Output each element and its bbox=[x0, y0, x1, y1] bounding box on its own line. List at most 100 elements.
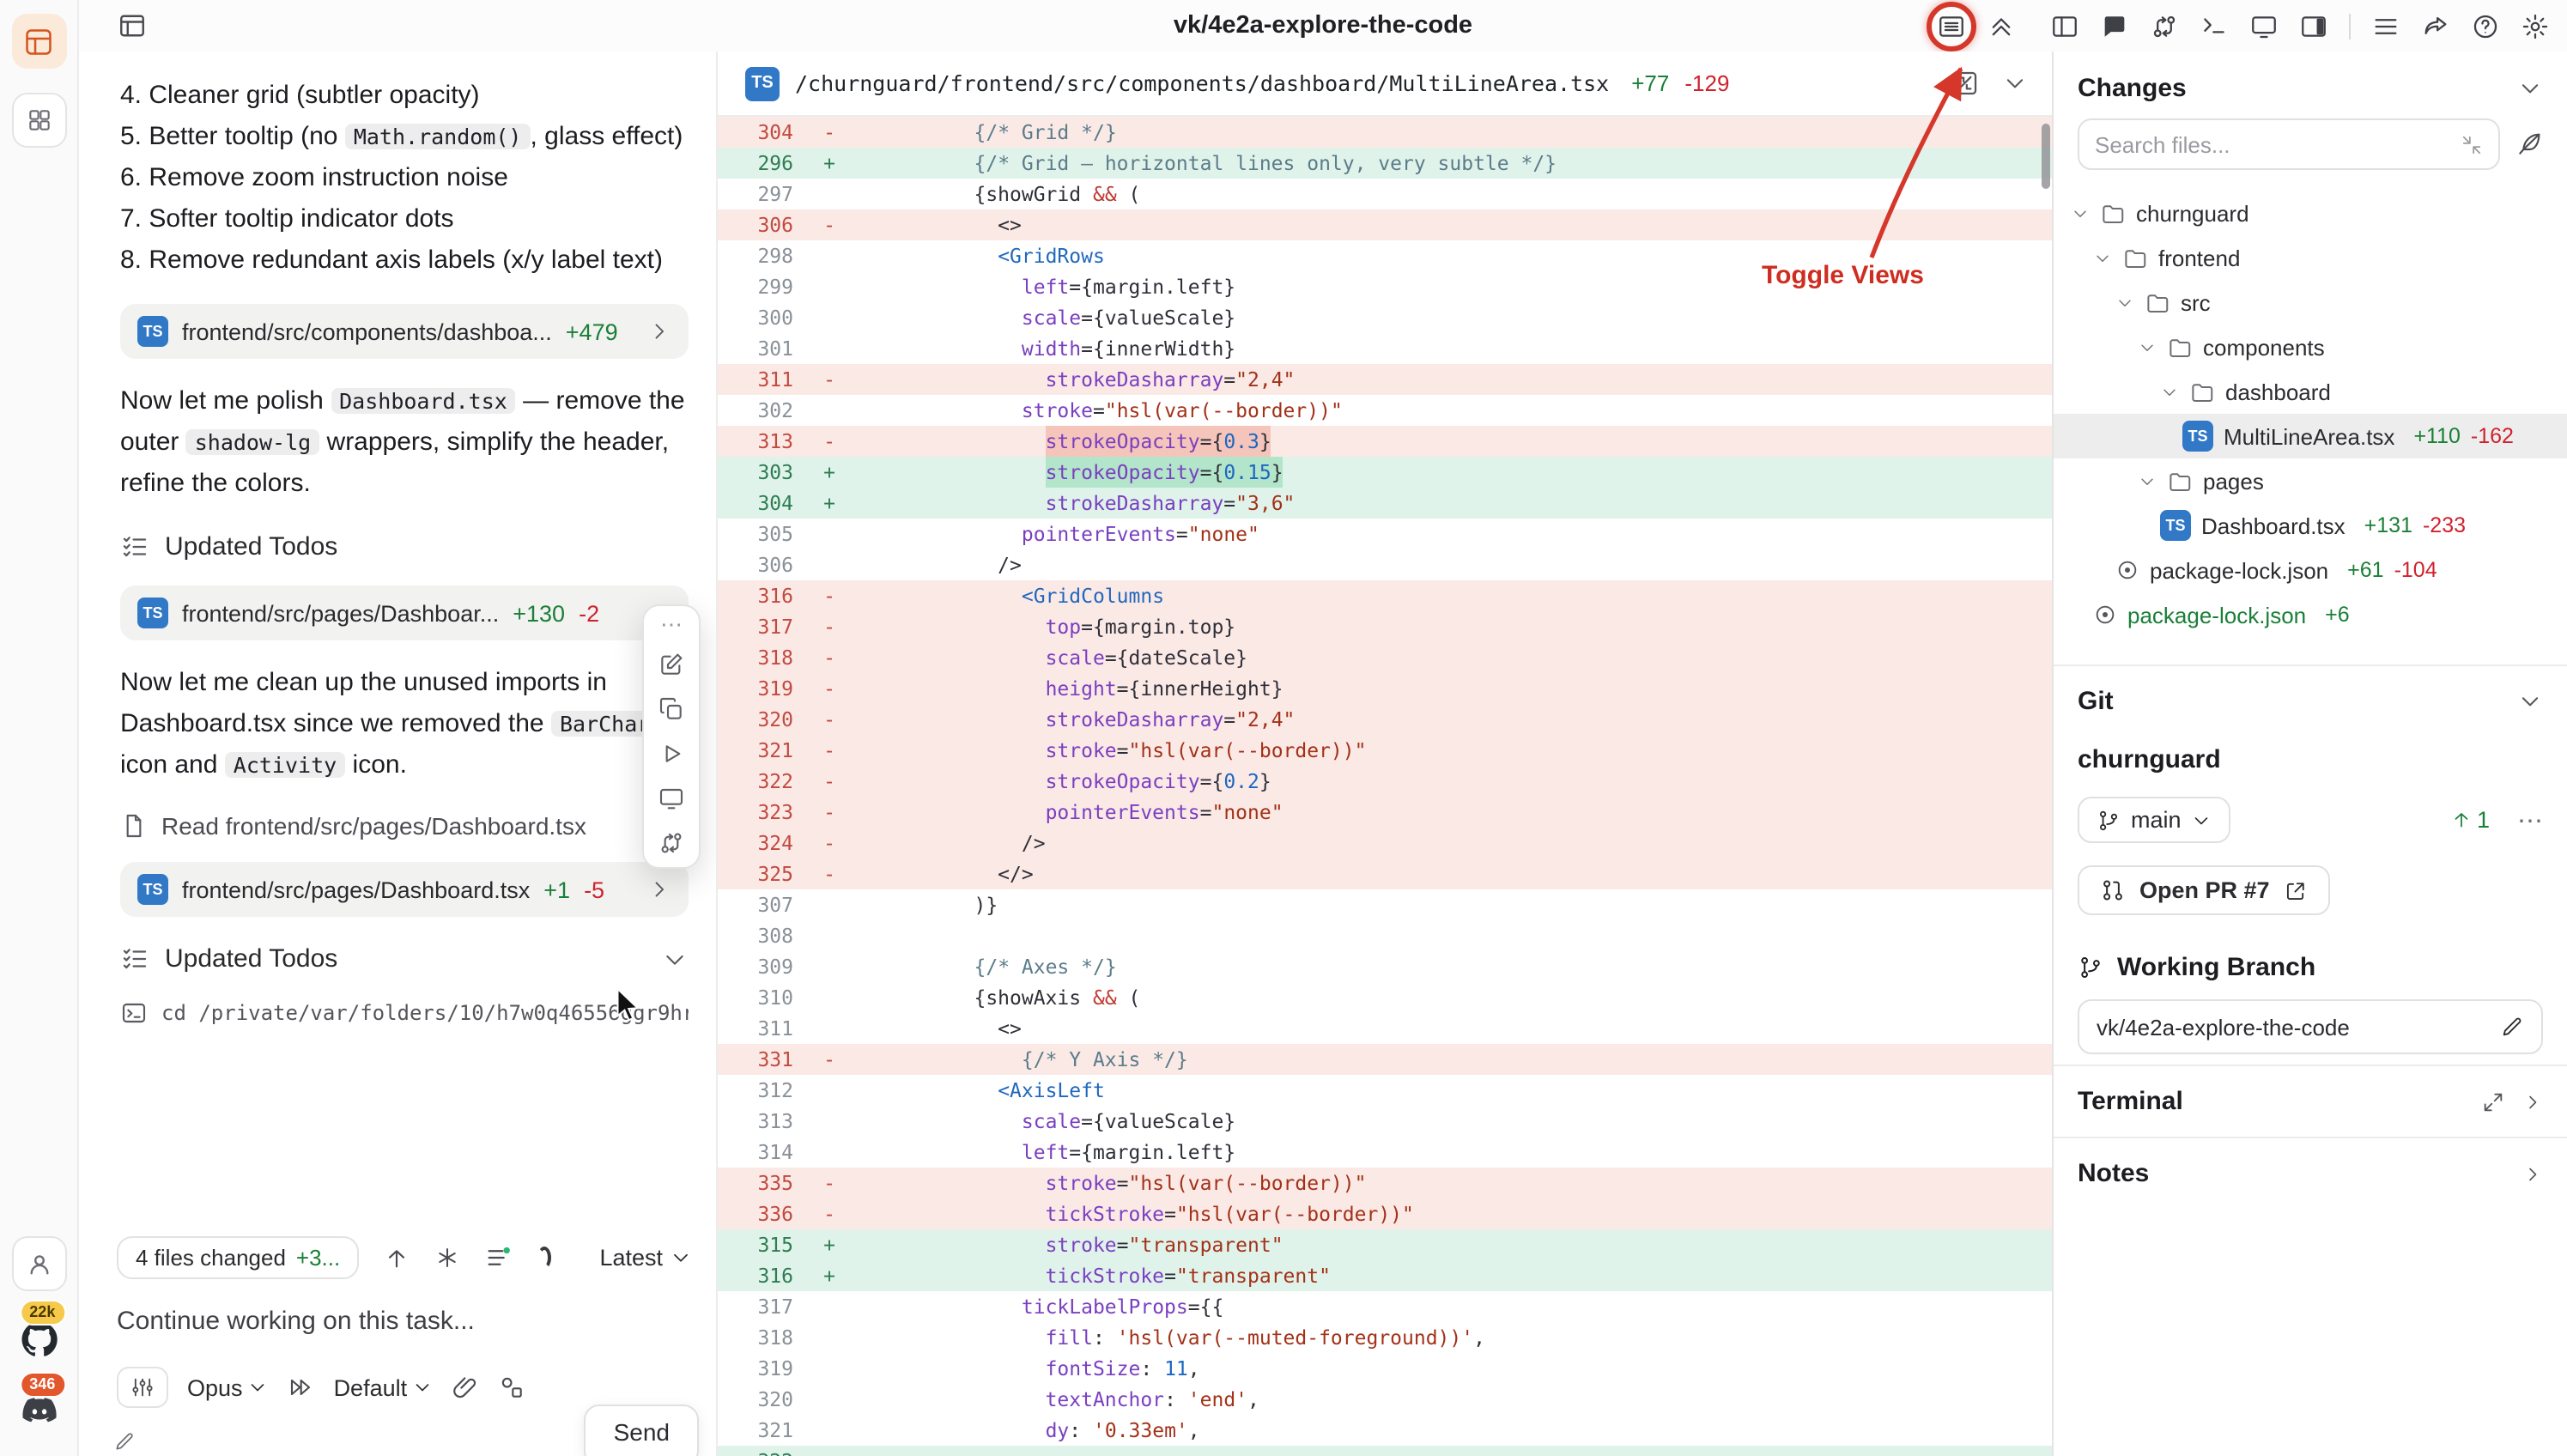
file-tree-row[interactable]: components bbox=[2054, 325, 2567, 369]
account-button[interactable] bbox=[11, 1236, 66, 1291]
git-section-header[interactable]: Git bbox=[2054, 664, 2567, 731]
sliders-icon bbox=[130, 1375, 155, 1399]
diff-code: {showAxis && ( bbox=[855, 982, 2052, 1013]
file-tree-row[interactable]: package-lock.json+6 bbox=[2054, 592, 2567, 637]
monitor-icon[interactable] bbox=[2249, 11, 2279, 40]
chevron-down-icon[interactable] bbox=[2517, 689, 2543, 714]
diff-marker: + bbox=[804, 457, 855, 488]
file-tree-row[interactable]: TSMultiLineArea.tsx+110-162 bbox=[2054, 414, 2567, 458]
discord-link[interactable]: 346 bbox=[13, 1387, 64, 1435]
arrow-up-icon[interactable] bbox=[383, 1244, 410, 1271]
help-icon[interactable] bbox=[2471, 11, 2500, 40]
git-compare-icon[interactable] bbox=[2150, 11, 2179, 40]
diff-code: stroke="hsl(var(--border))" bbox=[855, 735, 2052, 766]
file-tree-row[interactable]: frontend bbox=[2054, 235, 2567, 280]
preset-dropdown[interactable]: Default bbox=[334, 1374, 434, 1400]
terminal-section[interactable]: Terminal bbox=[2054, 1065, 2567, 1137]
feather-icon[interactable] bbox=[2515, 130, 2543, 158]
diff-line-number: 302 bbox=[718, 395, 804, 426]
expand-icon[interactable] bbox=[2481, 1089, 2505, 1113]
settings-sliders-button[interactable] bbox=[117, 1367, 168, 1408]
play-icon[interactable] bbox=[658, 740, 685, 767]
diff-code: {showGrid && ( bbox=[855, 179, 2052, 209]
file-tree-row[interactable]: dashboard bbox=[2054, 369, 2567, 414]
file-tree-row[interactable]: src bbox=[2054, 280, 2567, 325]
working-branch-input[interactable]: vk/4e2a-explore-the-code bbox=[2078, 999, 2543, 1054]
search-files-input[interactable]: Search files... bbox=[2078, 118, 2500, 170]
deletions-count: -233 bbox=[2423, 513, 2466, 537]
chat-transcript: 4. Cleaner grid (subtler opacity)5. Bett… bbox=[79, 52, 716, 1219]
terminal-command-row[interactable]: cd /private/var/folders/10/h7w0q46556ggr… bbox=[120, 999, 689, 1027]
more-options-button[interactable]: ⋯ bbox=[2517, 804, 2543, 835]
read-file-row[interactable]: Read frontend/src/pages/Dashboard.tsx bbox=[120, 812, 689, 840]
spark-icon[interactable] bbox=[434, 1245, 460, 1271]
copy-icon[interactable] bbox=[658, 695, 685, 723]
menu-icon[interactable] bbox=[2371, 11, 2400, 40]
fast-forward-icon[interactable] bbox=[288, 1374, 315, 1401]
diff-marker: - bbox=[804, 611, 855, 642]
chat-icon[interactable] bbox=[2100, 11, 2129, 40]
send-button[interactable]: Send bbox=[585, 1404, 699, 1456]
tree-item-label: components bbox=[2203, 334, 2325, 360]
message-input[interactable]: Continue working on this task... bbox=[117, 1307, 692, 1336]
chat-paragraph: 6. Remove zoom instruction noise bbox=[120, 158, 689, 199]
compose-icon[interactable] bbox=[658, 651, 685, 678]
panel-right-icon[interactable] bbox=[2299, 11, 2328, 40]
file-change-chip[interactable]: TSfrontend/src/pages/Dashboard.tsx+1-5 bbox=[120, 862, 689, 917]
file-change-chip[interactable]: TSfrontend/src/components/dashboa...+479 bbox=[120, 304, 689, 359]
collapse-icon[interactable] bbox=[2461, 133, 2483, 155]
edit-icon[interactable] bbox=[2500, 1015, 2524, 1039]
branch-selector[interactable]: main bbox=[2078, 797, 2231, 843]
toggle-views-button[interactable] bbox=[1937, 11, 1966, 40]
diff-line-number: 316 bbox=[718, 580, 804, 611]
nav-workspace-button[interactable] bbox=[11, 14, 66, 69]
terminal-icon[interactable] bbox=[2200, 11, 2229, 40]
diff-line-number: 318 bbox=[718, 642, 804, 673]
git-title: Git bbox=[2078, 687, 2114, 716]
latest-dropdown[interactable]: Latest bbox=[599, 1245, 692, 1271]
terminal-command: cd /private/var/folders/10/h7w0q46556ggr… bbox=[161, 1001, 689, 1025]
diff-marker: - bbox=[804, 364, 855, 395]
files-changed-chip[interactable]: 4 files changed +3... bbox=[117, 1236, 359, 1279]
file-change-chip[interactable]: TSfrontend/src/pages/Dashboar...+130-2 bbox=[120, 585, 689, 640]
monitor-icon[interactable] bbox=[658, 785, 685, 812]
settings-icon[interactable] bbox=[2521, 11, 2550, 40]
github-link[interactable]: 22k bbox=[13, 1315, 64, 1363]
diff-code: tickStroke="hsl(var(--border))" bbox=[855, 1198, 2052, 1229]
chevron-down-icon[interactable] bbox=[2517, 76, 2543, 101]
nav-grid-button[interactable] bbox=[11, 93, 66, 148]
chevron-down-icon[interactable] bbox=[2002, 69, 2028, 98]
diff-code: <> bbox=[855, 1013, 2052, 1044]
changes-section-header[interactable]: Changes bbox=[2054, 52, 2567, 118]
todos-row[interactable]: Updated Todos bbox=[120, 944, 689, 974]
git-compare-icon[interactable] bbox=[658, 829, 685, 857]
more-options-icon[interactable]: ⋯ bbox=[660, 616, 683, 634]
notes-section[interactable]: Notes bbox=[2054, 1137, 2567, 1209]
collapse-all-icon[interactable] bbox=[1987, 11, 2016, 40]
diff-line-number: 324 bbox=[718, 828, 804, 858]
chevron-right-icon[interactable] bbox=[2522, 1091, 2543, 1112]
pencil-icon[interactable] bbox=[113, 1430, 136, 1453]
file-tree-row[interactable]: package-lock.json+61-104 bbox=[2054, 548, 2567, 592]
additions-count: +110 bbox=[2413, 424, 2460, 448]
todo-list-icon[interactable] bbox=[484, 1243, 513, 1272]
diff-line: 316- <GridColumns bbox=[718, 580, 2052, 611]
diff-line-number: 335 bbox=[718, 1168, 804, 1198]
diff-line: 331- {/* Y Axis */} bbox=[718, 1044, 2052, 1075]
chevron-right-icon[interactable] bbox=[2522, 1163, 2543, 1184]
diff-marker: - bbox=[804, 704, 855, 735]
chevron-down-icon[interactable] bbox=[661, 945, 689, 973]
panel-left-icon[interactable] bbox=[2050, 11, 2079, 40]
diff-view-toggle-icon[interactable] bbox=[1951, 69, 1980, 98]
todos-row[interactable]: Updated Todos bbox=[120, 532, 689, 561]
scrollbar-thumb[interactable] bbox=[2042, 124, 2050, 189]
file-tree-row[interactable]: TSDashboard.tsx+131-233 bbox=[2054, 503, 2567, 548]
shapes-icon[interactable] bbox=[498, 1374, 525, 1401]
open-pr-button[interactable]: Open PR #7 bbox=[2078, 865, 2330, 915]
file-tree-row[interactable]: churnguard bbox=[2054, 191, 2567, 235]
file-tree-row[interactable]: pages bbox=[2054, 458, 2567, 503]
diff-line-number: 303 bbox=[718, 457, 804, 488]
attachment-icon[interactable] bbox=[452, 1374, 479, 1401]
model-dropdown[interactable]: Opus bbox=[187, 1374, 269, 1400]
forward-icon[interactable] bbox=[2421, 11, 2450, 40]
